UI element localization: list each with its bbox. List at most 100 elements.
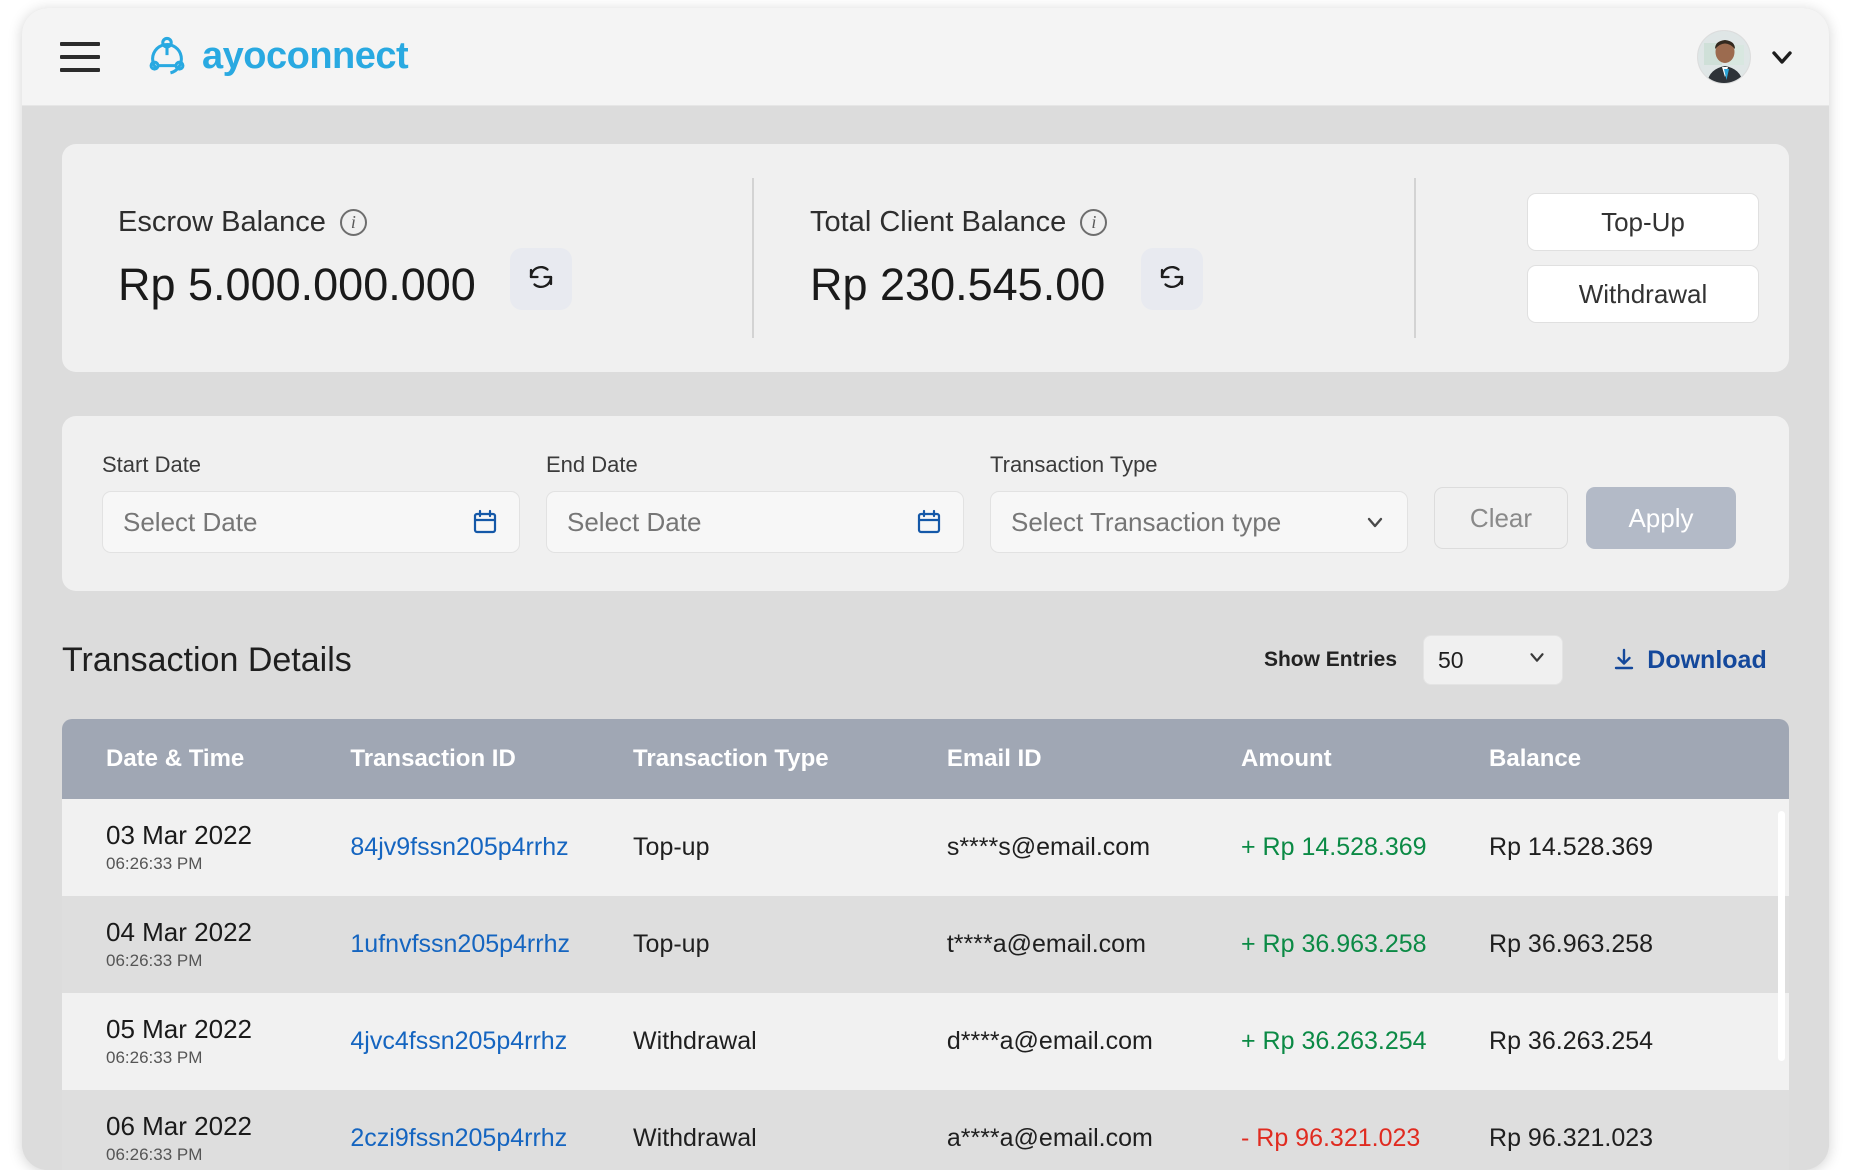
table-body: 03 Mar 202206:26:33 PM84jv9fssn205p4rrhz… [62,799,1789,1170]
escrow-balance-block: Escrow Balance i Rp 5.000.000.000 [62,183,752,333]
cell-transaction-type: Top-up [633,799,947,896]
column-header-type[interactable]: Transaction Type [633,719,947,799]
table-head: Date & Time Transaction ID Transaction T… [62,719,1789,799]
end-date-label: End Date [546,452,964,478]
start-date-label: Start Date [102,452,520,478]
table-row: 03 Mar 2022 06:26:33 PM84jv9fssn205p4rrhz… [62,799,1789,896]
clear-button[interactable]: Clear [1434,487,1568,549]
client-balance-label: Total Client Balance [810,206,1066,239]
row-date: 05 Mar 2022 [106,1015,350,1044]
balance-actions: Top-Up Withdrawal [1487,193,1759,323]
column-header-email[interactable]: Email ID [947,719,1241,799]
hamburger-menu-icon[interactable] [60,42,100,72]
row-time: 06:26:33 PM [106,1145,350,1165]
brand-name: ayoconnect [202,35,408,78]
chevron-down-icon [1363,510,1387,534]
client-balance-value: Rp 230.545.00 [810,259,1107,311]
info-icon[interactable]: i [340,209,367,236]
transaction-id-link[interactable]: 1ufnvfssn205p4rrhz [350,930,570,958]
chevron-down-icon [1526,646,1548,674]
transaction-type-label: Transaction Type [990,452,1408,478]
show-entries-label: Show Entries [1264,648,1397,672]
cell-date-time: 04 Mar 2022 06:26:33 PM [62,896,350,993]
cell-email: a****a@email.com [947,1090,1241,1170]
column-header-date[interactable]: Date & Time [62,719,350,799]
cell-balance: Rp 36.963.258 [1489,896,1789,993]
table-scrollbar[interactable] [1778,811,1785,1061]
transaction-id-link[interactable]: 84jv9fssn205p4rrhz [350,833,568,861]
brand: ayoconnect [144,34,408,80]
download-icon [1611,647,1637,673]
cell-transaction-id: 1ufnvfssn205p4rrhz [350,896,633,993]
table-row: 06 Mar 2022 06:26:33 PM2czi9fssn205p4rrhz… [62,1090,1789,1170]
table-row: 05 Mar 2022 06:26:33 PM4jvc4fssn205p4rrhz… [62,993,1789,1090]
transaction-type-placeholder: Select Transaction type [1011,507,1281,538]
client-refresh-button[interactable] [1141,248,1203,310]
app-window: ayoconnect [22,8,1829,1170]
ayoconnect-logo-icon [144,34,190,80]
cell-date-time: 05 Mar 2022 06:26:33 PM [62,993,350,1090]
row-time: 06:26:33 PM [106,951,350,971]
cell-transaction-type: Top-up [633,896,947,993]
info-icon[interactable]: i [1080,209,1107,236]
cell-balance: Rp 36.263.254 [1489,993,1789,1090]
cell-balance: Rp 96.321.023 [1489,1090,1789,1170]
transaction-details-header: Transaction Details Show Entries 50 [62,633,1789,687]
column-header-txid[interactable]: Transaction ID [350,719,633,799]
cell-email: s****s@email.com [947,799,1241,896]
download-button[interactable]: Download [1589,633,1789,687]
refresh-icon [525,261,557,298]
show-entries-select[interactable]: 50 [1423,635,1563,685]
download-label: Download [1647,646,1766,675]
avatar[interactable] [1697,30,1751,84]
row-date: 04 Mar 2022 [106,918,350,947]
escrow-balance-label: Escrow Balance [118,206,326,239]
apply-button[interactable]: Apply [1586,487,1736,549]
cell-transaction-type: Withdrawal [633,1090,947,1170]
end-date-field: End Date Select Date [546,452,964,553]
calendar-icon[interactable] [915,508,943,536]
withdrawal-button[interactable]: Withdrawal [1527,265,1759,323]
row-date: 03 Mar 2022 [106,821,350,850]
row-time: 06:26:33 PM [106,1048,350,1068]
show-entries-value: 50 [1438,647,1464,674]
cell-amount: + Rp 36.963.258 [1241,896,1489,993]
filter-card: Start Date Select Date End Date [62,416,1789,591]
cell-transaction-id: 84jv9fssn205p4rrhz [350,799,633,896]
transaction-id-link[interactable]: 4jvc4fssn205p4rrhz [350,1027,567,1055]
cell-transaction-id: 2czi9fssn205p4rrhz [350,1090,633,1170]
header-right [1697,30,1795,84]
filter-buttons: Clear Apply [1434,487,1736,549]
transaction-type-field: Transaction Type Select Transaction type [990,452,1408,553]
table-tools: Show Entries 50 [1264,633,1789,687]
start-date-input[interactable]: Select Date [102,491,520,553]
cell-amount: - Rp 96.321.023 [1241,1090,1489,1170]
column-header-balance[interactable]: Balance [1489,719,1789,799]
calendar-icon[interactable] [471,508,499,536]
cell-email: d****a@email.com [947,993,1241,1090]
cell-amount: + Rp 14.528.369 [1241,799,1489,896]
row-date: 06 Mar 2022 [106,1112,350,1141]
cell-date-time: 06 Mar 2022 06:26:33 PM [62,1090,350,1170]
row-time: 06:26:33 PM [106,854,350,874]
chevron-down-icon[interactable] [1769,44,1795,70]
client-balance-block: Total Client Balance i Rp 230.545.00 [754,183,1414,333]
table-header-row: Date & Time Transaction ID Transaction T… [62,719,1789,799]
start-date-placeholder: Select Date [123,507,257,538]
cell-transaction-id: 4jvc4fssn205p4rrhz [350,993,633,1090]
cell-transaction-type: Withdrawal [633,993,947,1090]
top-up-button[interactable]: Top-Up [1527,193,1759,251]
start-date-field: Start Date Select Date [102,452,520,553]
transaction-id-link[interactable]: 2czi9fssn205p4rrhz [350,1124,567,1152]
cell-date-time: 03 Mar 2022 06:26:33 PM [62,799,350,896]
page-title: Transaction Details [62,641,352,680]
end-date-input[interactable]: Select Date [546,491,964,553]
escrow-refresh-button[interactable] [510,248,572,310]
balance-summary-card: Escrow Balance i Rp 5.000.000.000 [62,144,1789,372]
escrow-balance-value: Rp 5.000.000.000 [118,259,476,311]
cell-balance: Rp 14.528.369 [1489,799,1789,896]
column-header-amount[interactable]: Amount [1241,719,1489,799]
refresh-icon [1156,261,1188,298]
transaction-type-select[interactable]: Select Transaction type [990,491,1408,553]
divider [1414,178,1416,338]
